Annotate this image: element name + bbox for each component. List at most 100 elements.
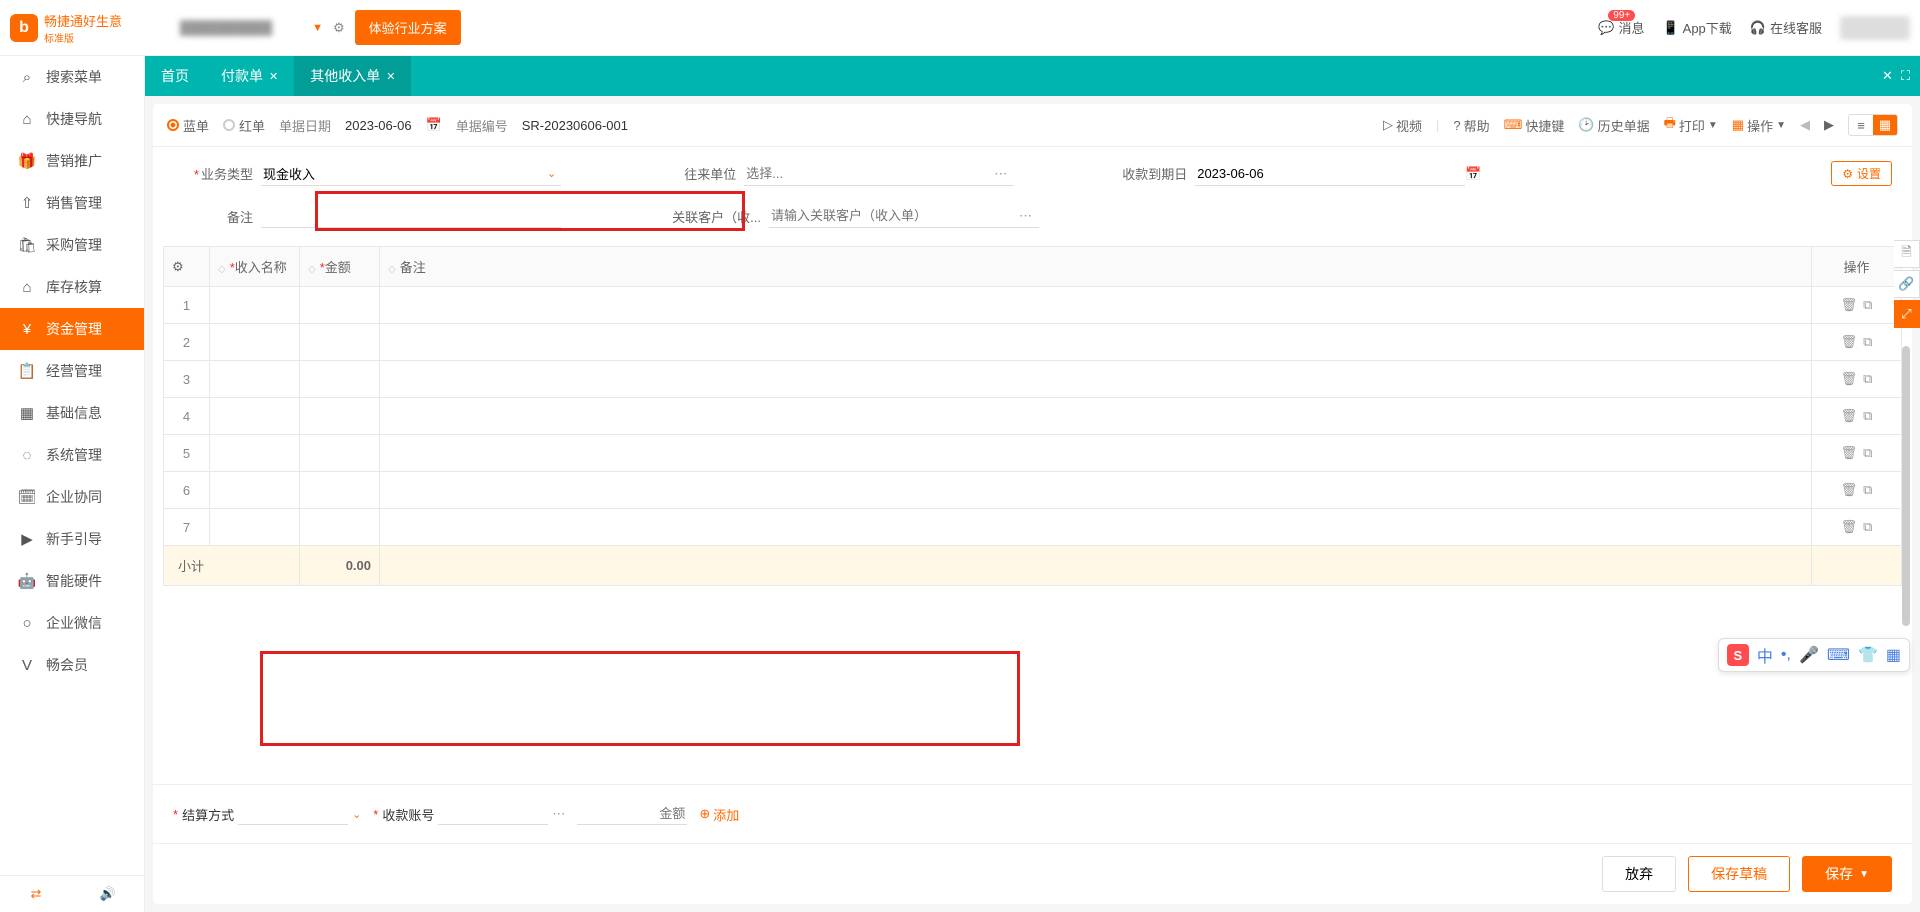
ime-menu-icon[interactable]: ▦	[1886, 645, 1901, 665]
tab-0[interactable]: 首页	[145, 56, 205, 96]
sidebar-item-12[interactable]: 🤖智能硬件	[0, 560, 144, 602]
due-date-input[interactable]	[1195, 162, 1465, 186]
red-receipt-radio[interactable]: 红单	[223, 116, 265, 135]
copy-row-icon[interactable]: ⧉	[1863, 371, 1872, 386]
messages-button[interactable]: 💬 消息 99+	[1598, 18, 1644, 37]
close-icon[interactable]: ✕	[269, 70, 278, 83]
grid-settings-icon[interactable]: ⚙	[172, 259, 184, 274]
view-list-button[interactable]: ≡	[1849, 115, 1873, 135]
delete-row-icon[interactable]: 🗑	[1841, 408, 1858, 423]
chevron-down-icon[interactable]: ⌄	[547, 167, 556, 180]
app-download-button[interactable]: 📱 App下载	[1662, 18, 1731, 37]
copy-row-icon[interactable]: ⧉	[1863, 408, 1872, 423]
add-settlement-button[interactable]: ⊕ 添加	[699, 805, 739, 824]
table-row[interactable]: 7🗑⧉	[164, 509, 1902, 546]
sidebar-item-3[interactable]: ⇧销售管理	[0, 182, 144, 224]
sidebar-collapse-button[interactable]: ⇄	[0, 876, 72, 912]
print-link[interactable]: 🖶打印▼	[1664, 114, 1718, 136]
table-row[interactable]: 3🗑⧉	[164, 361, 1902, 398]
tab-2[interactable]: 其他收入单✕	[294, 56, 411, 96]
sidebar-icon: ⇧	[18, 194, 36, 212]
partner-input[interactable]	[744, 162, 1014, 186]
delete-row-icon[interactable]: 🗑	[1841, 371, 1858, 386]
sidebar-item-1[interactable]: ⌂快捷导航	[0, 98, 144, 140]
more-icon[interactable]: ⋯	[994, 166, 1007, 182]
biz-type-input[interactable]	[261, 162, 561, 186]
settings-button[interactable]: ⚙设置	[1831, 161, 1892, 186]
copy-row-icon[interactable]: ⧉	[1863, 482, 1872, 497]
delete-row-icon[interactable]: 🗑	[1841, 482, 1858, 497]
tab-close-all-icon[interactable]: ✕	[1882, 68, 1893, 84]
shortcut-link[interactable]: ⌨快捷键	[1504, 116, 1565, 135]
sidebar-item-7[interactable]: 📋经营管理	[0, 350, 144, 392]
settlement-amount-input[interactable]	[577, 803, 687, 825]
table-row[interactable]: 1🗑⧉	[164, 287, 1902, 324]
rail-note-icon[interactable]: 🗎	[1894, 240, 1920, 268]
copy-row-icon[interactable]: ⧉	[1863, 297, 1872, 312]
copy-row-icon[interactable]: ⧉	[1863, 334, 1872, 349]
tab-fullscreen-icon[interactable]: ⛶	[1901, 68, 1910, 84]
blue-receipt-radio[interactable]: 蓝单	[167, 116, 209, 135]
support-button[interactable]: 🎧 在线客服	[1750, 18, 1822, 37]
operations-link[interactable]: ▦操作▼	[1732, 116, 1786, 135]
chevron-down-icon[interactable]: ⌄	[352, 808, 361, 821]
sidebar-item-2[interactable]: 🎁营销推广	[0, 140, 144, 182]
org-selector[interactable]: ██████████	[180, 20, 272, 35]
discard-button[interactable]: 放弃	[1602, 856, 1676, 892]
rail-link-icon[interactable]: 🔗	[1894, 270, 1920, 298]
sidebar-item-5[interactable]: ⌂库存核算	[0, 266, 144, 308]
video-link[interactable]: ▷视频	[1383, 116, 1422, 135]
chevron-down-icon[interactable]: ▼	[312, 22, 323, 34]
more-icon[interactable]: ⋯	[1019, 208, 1032, 224]
sidebar-item-label: 营销推广	[46, 151, 102, 171]
sidebar-item-14[interactable]: V畅会员	[0, 644, 144, 686]
receiving-account-input[interactable]	[438, 803, 548, 825]
doc-date-value[interactable]: 2023-06-06	[345, 118, 412, 133]
copy-row-icon[interactable]: ⧉	[1863, 519, 1872, 534]
scrollbar-thumb[interactable]	[1902, 346, 1910, 626]
ime-mic-icon[interactable]: 🎤	[1799, 645, 1819, 665]
delete-row-icon[interactable]: 🗑	[1841, 297, 1858, 312]
prev-button[interactable]: ◀	[1800, 117, 1810, 133]
sidebar-item-8[interactable]: ▦基础信息	[0, 392, 144, 434]
close-icon[interactable]: ✕	[386, 70, 395, 83]
save-draft-button[interactable]: 保存草稿	[1688, 856, 1790, 892]
ime-keyboard-icon[interactable]: ⌨	[1827, 645, 1850, 665]
sidebar-item-0[interactable]: ⌕搜索菜单	[0, 56, 144, 98]
view-card-button[interactable]: ▦	[1873, 115, 1897, 135]
calendar-icon[interactable]: 📅	[426, 117, 442, 133]
sidebar-item-9[interactable]: ◌系统管理	[0, 434, 144, 476]
delete-row-icon[interactable]: 🗑	[1841, 519, 1858, 534]
user-avatar[interactable]	[1840, 16, 1910, 40]
sidebar-item-10[interactable]: 🗓企业协同	[0, 476, 144, 518]
sidebar-item-11[interactable]: ▶新手引导	[0, 518, 144, 560]
related-customer-input[interactable]	[769, 204, 1039, 228]
table-row[interactable]: 2🗑⧉	[164, 324, 1902, 361]
save-button[interactable]: 保存▼	[1802, 856, 1892, 892]
table-row[interactable]: 5🗑⧉	[164, 435, 1902, 472]
copy-row-icon[interactable]: ⧉	[1863, 445, 1872, 460]
sidebar-item-4[interactable]: 🛍采购管理	[0, 224, 144, 266]
sidebar-item-6[interactable]: ¥资金管理	[0, 308, 144, 350]
history-link[interactable]: 🕑历史单据	[1578, 116, 1649, 135]
gear-icon[interactable]: ⚙	[333, 20, 345, 36]
sidebar-sound-button[interactable]: 🔊	[72, 876, 144, 912]
delete-row-icon[interactable]: 🗑	[1841, 334, 1858, 349]
ime-toolbar[interactable]: S 中 •, 🎤 ⌨ 👕 ▦	[1718, 638, 1910, 672]
table-row[interactable]: 4🗑⧉	[164, 398, 1902, 435]
tab-1[interactable]: 付款单✕	[205, 56, 294, 96]
trial-industry-button[interactable]: 体验行业方案	[355, 10, 461, 45]
rail-expand-icon[interactable]: ⤢	[1894, 300, 1920, 328]
remark-input[interactable]	[261, 204, 561, 228]
help-link[interactable]: ?帮助	[1453, 116, 1489, 135]
ime-lang-button[interactable]: 中	[1757, 643, 1773, 667]
delete-row-icon[interactable]: 🗑	[1841, 445, 1858, 460]
calendar-icon[interactable]: 📅	[1465, 166, 1481, 182]
settlement-method-input[interactable]	[238, 803, 348, 825]
next-button[interactable]: ▶	[1824, 117, 1834, 133]
more-icon[interactable]: ⋯	[552, 806, 565, 822]
ime-punct-icon[interactable]: •,	[1781, 646, 1791, 664]
sidebar-item-13[interactable]: ○企业微信	[0, 602, 144, 644]
table-row[interactable]: 6🗑⧉	[164, 472, 1902, 509]
ime-skin-icon[interactable]: 👕	[1858, 645, 1878, 665]
